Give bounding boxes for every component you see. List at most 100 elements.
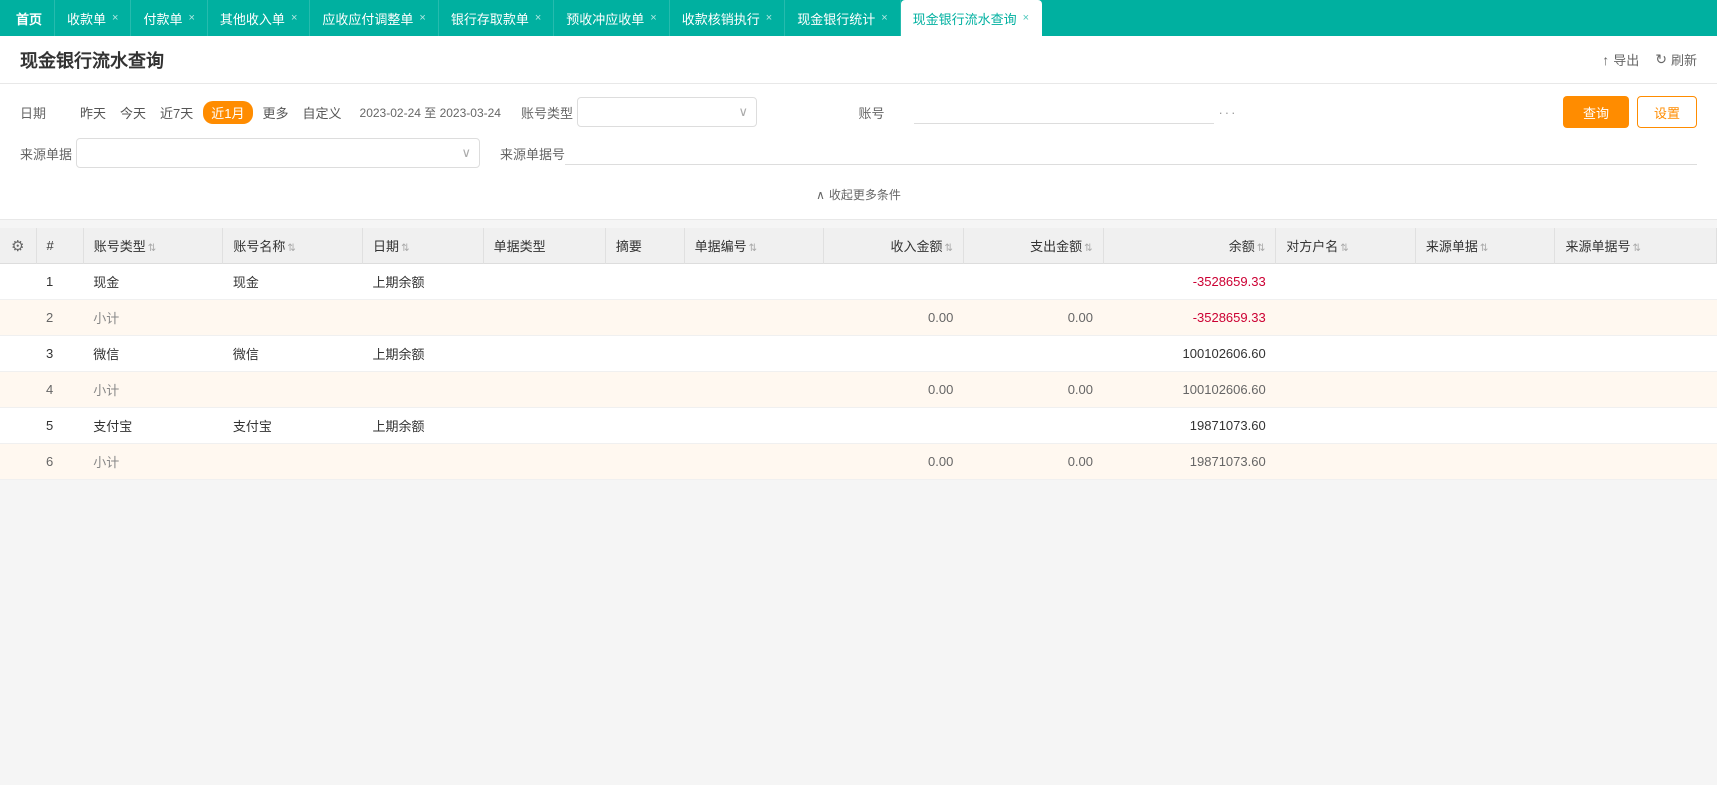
cell-source-doc <box>1415 300 1555 336</box>
date-options: 昨天 今天 近7天 近1月 更多 自定义 2023-02-24 至 2023-0… <box>76 101 501 124</box>
close-advance-offset-icon[interactable]: × <box>650 12 656 24</box>
nav-bank-deposit[interactable]: 银行存取款单× <box>439 0 554 36</box>
col-index: # <box>36 228 83 264</box>
col-summary: 摘要 <box>605 228 684 264</box>
date-range-display: 2023-02-24 至 2023-03-24 <box>360 104 501 121</box>
cell-balance: -3528659.33 <box>1103 300 1276 336</box>
cell-income <box>824 264 964 300</box>
nav-payment[interactable]: 付款单× <box>131 0 207 36</box>
nav-advance-offset[interactable]: 预收冲应收单× <box>554 0 669 36</box>
cell-source-doc-no <box>1555 444 1717 480</box>
cell-expense <box>963 336 1103 372</box>
close-bank-deposit-icon[interactable]: × <box>535 12 541 24</box>
nav-receipt[interactable]: 收款单× <box>55 0 131 36</box>
account-type-group: 账号类型 ∨ <box>521 97 839 127</box>
cell-balance: 100102606.60 <box>1103 372 1276 408</box>
close-cash-bank-flow-icon[interactable]: × <box>1023 12 1029 24</box>
cell-expense: 0.00 <box>963 372 1103 408</box>
col-account-name[interactable]: 账号名称⇅ <box>223 228 363 264</box>
cell-account-type: 小计 <box>83 300 223 336</box>
cell-doc-no <box>684 444 824 480</box>
account-type-select[interactable]: ∨ <box>577 97 757 127</box>
date-custom[interactable]: 自定义 <box>299 101 346 124</box>
nav-home[interactable]: 首页 <box>4 0 55 36</box>
cell-summary <box>605 444 684 480</box>
sort-source-doc-icon: ⇅ <box>1480 243 1488 254</box>
col-source-doc-no[interactable]: 来源单据号⇅ <box>1555 228 1717 264</box>
source-doc-select[interactable]: ∨ <box>76 138 480 168</box>
sort-income-icon: ⇅ <box>944 243 952 254</box>
col-income[interactable]: 收入金额⇅ <box>824 228 964 264</box>
col-expense[interactable]: 支出金额⇅ <box>963 228 1103 264</box>
account-no-more-icon[interactable]: ··· <box>1218 105 1237 120</box>
source-doc-no-input[interactable] <box>565 141 1697 165</box>
cell-doc-type <box>483 264 605 300</box>
col-counterparty[interactable]: 对方户名⇅ <box>1276 228 1416 264</box>
table-body: 1 现金 现金 上期余额 -3528659.33 2 小计 0.00 0.00 … <box>0 264 1717 480</box>
cell-source-doc <box>1415 444 1555 480</box>
cell-doc-no <box>684 336 824 372</box>
table-row: 2 小计 0.00 0.00 -3528659.33 <box>0 300 1717 336</box>
cell-doc-no <box>684 372 824 408</box>
date-1month[interactable]: 近1月 <box>203 101 252 124</box>
close-payment-icon[interactable]: × <box>188 12 194 24</box>
settings-button[interactable]: 设置 <box>1637 96 1697 128</box>
close-other-income-icon[interactable]: × <box>291 12 297 24</box>
cell-doc-no <box>684 264 824 300</box>
cell-account-name: 现金 <box>223 264 363 300</box>
source-doc-group: 来源单据 ∨ <box>20 138 480 168</box>
nav-cash-bank-stat[interactable]: 现金银行统计× <box>785 0 900 36</box>
page-header: 现金银行流水查询 ↑ 导出 ↻ 刷新 <box>0 36 1717 84</box>
cell-index: 5 <box>36 408 83 444</box>
nav-other-income[interactable]: 其他收入单× <box>208 0 310 36</box>
cell-account-name <box>223 372 363 408</box>
account-no-input[interactable] <box>914 100 1214 124</box>
close-cash-bank-stat-icon[interactable]: × <box>881 12 887 24</box>
date-today[interactable]: 今天 <box>116 101 150 124</box>
col-date[interactable]: 日期⇅ <box>363 228 484 264</box>
cell-account-name: 微信 <box>223 336 363 372</box>
cell-doc-type <box>483 444 605 480</box>
cell-settings <box>0 264 36 300</box>
cell-doc-no <box>684 408 824 444</box>
cell-account-name: 支付宝 <box>223 408 363 444</box>
query-button[interactable]: 查询 <box>1563 96 1629 128</box>
col-balance[interactable]: 余额⇅ <box>1103 228 1276 264</box>
cell-expense <box>963 264 1103 300</box>
date-7days[interactable]: 近7天 <box>156 101 197 124</box>
cell-settings <box>0 444 36 480</box>
cell-income: 0.00 <box>824 300 964 336</box>
col-doc-no[interactable]: 单据编号⇅ <box>684 228 824 264</box>
collapse-label: 收起更多条件 <box>829 186 901 203</box>
gear-icon: ⚙ <box>11 238 24 255</box>
close-collection-exec-icon[interactable]: × <box>766 12 772 24</box>
cell-expense: 0.00 <box>963 444 1103 480</box>
cell-date <box>363 372 484 408</box>
cell-source-doc <box>1415 372 1555 408</box>
cell-source-doc-no <box>1555 408 1717 444</box>
cell-account-type: 现金 <box>83 264 223 300</box>
date-yesterday[interactable]: 昨天 <box>76 101 110 124</box>
date-more[interactable]: 更多 <box>259 101 293 124</box>
filter-row-2: 来源单据 ∨ 来源单据号 <box>20 138 1697 168</box>
sort-source-doc-no-icon: ⇅ <box>1633 243 1641 254</box>
source-doc-no-label: 来源单据号 <box>500 144 565 163</box>
cell-settings <box>0 372 36 408</box>
nav-ar-ap-adjust[interactable]: 应收应付调整单× <box>310 0 438 36</box>
cell-date: 上期余额 <box>363 408 484 444</box>
col-source-doc[interactable]: 来源单据⇅ <box>1415 228 1555 264</box>
refresh-icon: ↻ <box>1655 51 1667 68</box>
cell-account-type: 支付宝 <box>83 408 223 444</box>
refresh-button[interactable]: ↻ 刷新 <box>1655 50 1697 69</box>
col-account-type[interactable]: 账号类型⇅ <box>83 228 223 264</box>
export-button[interactable]: ↑ 导出 <box>1602 50 1639 69</box>
filter-row-1: 日期 昨天 今天 近7天 近1月 更多 自定义 2023-02-24 至 202… <box>20 96 1697 128</box>
close-ar-ap-icon[interactable]: × <box>419 12 425 24</box>
nav-collection-exec[interactable]: 收款核销执行× <box>670 0 785 36</box>
nav-cash-bank-flow[interactable]: 现金银行流水查询× <box>901 0 1042 36</box>
close-receipt-icon[interactable]: × <box>112 12 118 24</box>
sort-date-icon: ⇅ <box>401 243 409 254</box>
col-doc-type: 单据类型 <box>483 228 605 264</box>
col-settings[interactable]: ⚙ <box>0 228 36 264</box>
collapse-bar[interactable]: ∧ 收起更多条件 <box>20 178 1697 207</box>
